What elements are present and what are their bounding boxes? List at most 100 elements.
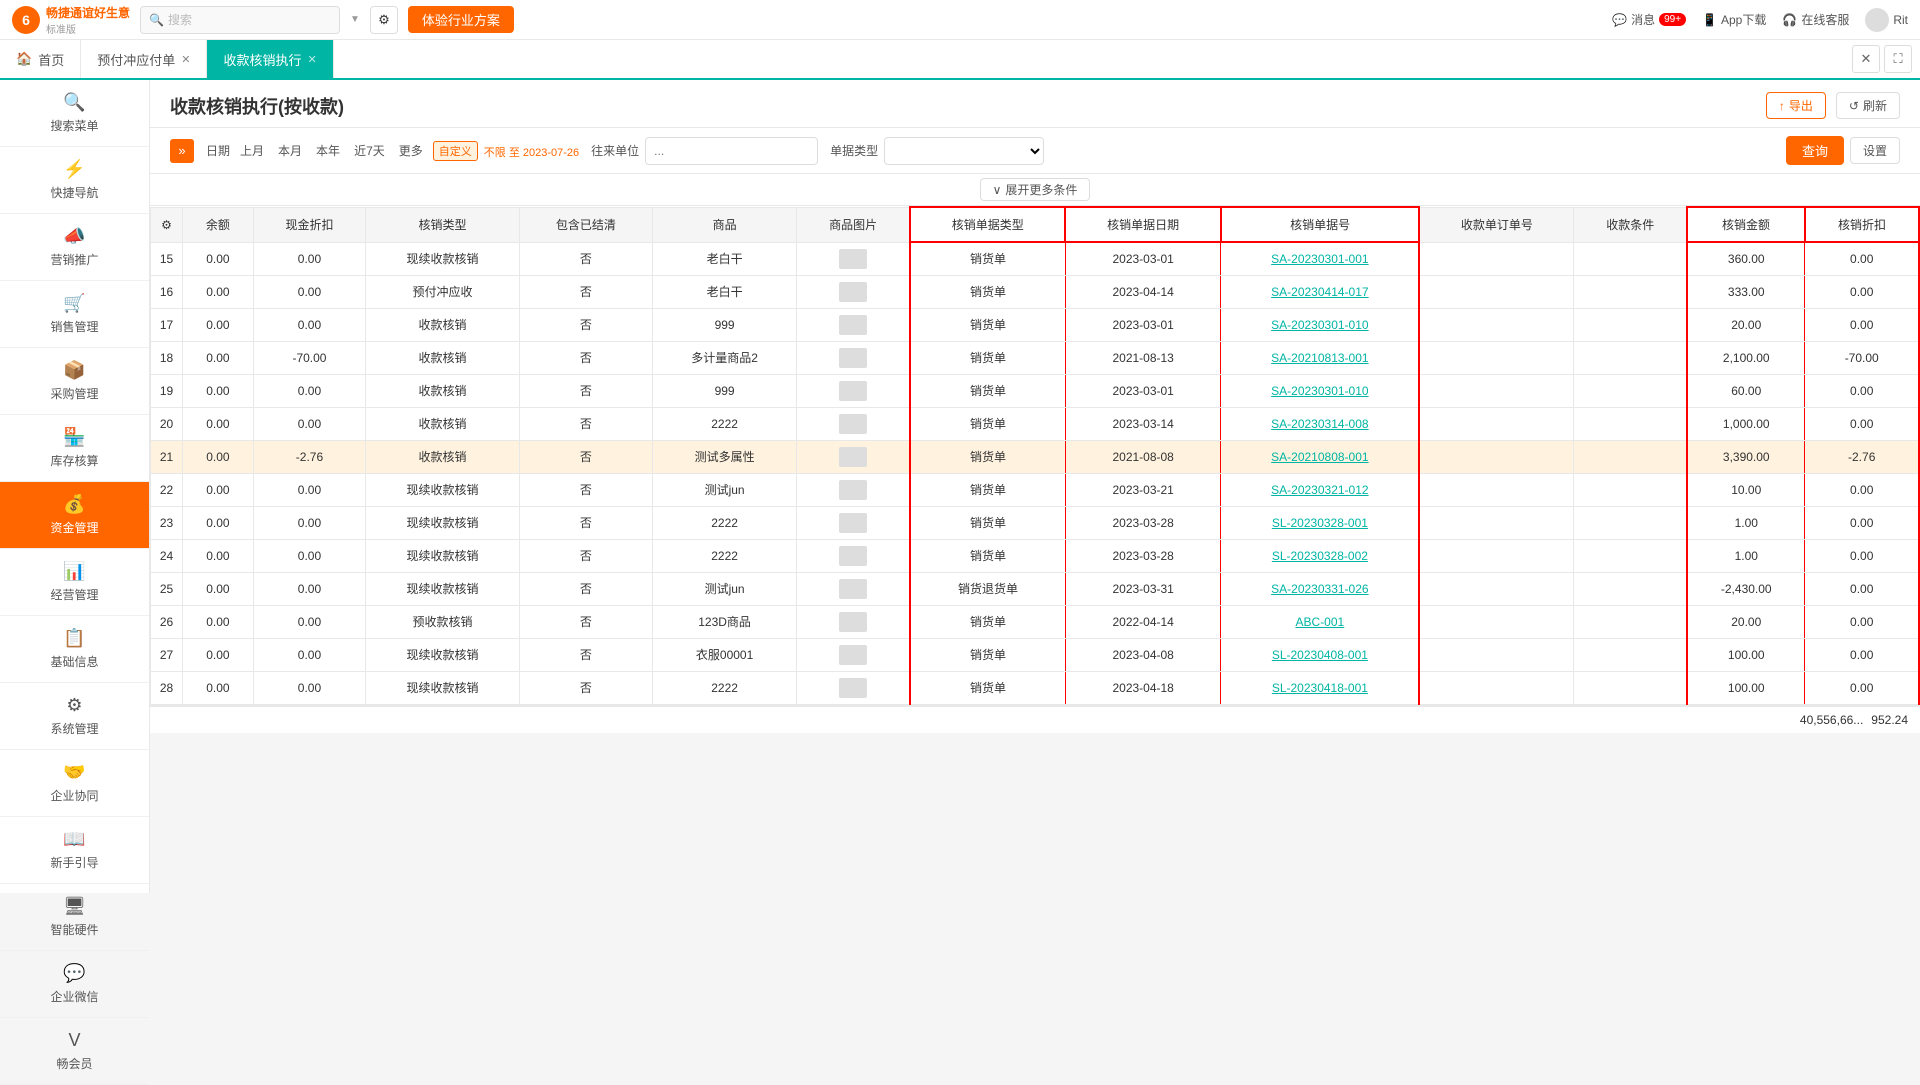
sidebar-label-basic: 基础信息	[50, 653, 98, 670]
td-product: 多计量商品2	[652, 341, 797, 374]
tab-expand-btn[interactable]: ⛶	[1884, 45, 1912, 73]
enterprise-icon: 🤝	[63, 762, 85, 783]
td-bill-date: 2023-04-08	[1065, 638, 1220, 671]
sidebar-label-nav: 快捷导航	[50, 184, 98, 201]
td-bill-no[interactable]: SA-20210813-001	[1221, 341, 1419, 374]
app-download-item[interactable]: 📱 App下载	[1702, 11, 1766, 28]
th-settings[interactable]: ⚙	[151, 207, 183, 242]
td-bill-no[interactable]: SL-20230408-001	[1221, 638, 1419, 671]
td-bill-no[interactable]: SA-20210808-001	[1221, 440, 1419, 473]
td-bill-category: 销货退货单	[910, 572, 1065, 605]
td-bill-no[interactable]: SL-20230418-001	[1221, 671, 1419, 704]
export-button[interactable]: ↑ 导出	[1766, 92, 1826, 119]
sidebar-label-guide: 新手引导	[50, 854, 98, 871]
tab-writeoff[interactable]: 收款核销执行 ✕	[207, 40, 333, 78]
sidebar-item-sales[interactable]: 🛒 销售管理	[0, 281, 149, 348]
tab-home[interactable]: 🏠 首页	[0, 40, 81, 78]
table-row: 16 0.00 0.00 预付冲应收 否 老白干 销货单 2023-04-14 …	[151, 275, 1920, 308]
td-product-image	[797, 341, 910, 374]
td-receipt-order-no	[1419, 275, 1574, 308]
td-bill-no[interactable]: SA-20230301-001	[1221, 242, 1419, 275]
sidebar-label-sales: 销售管理	[50, 318, 98, 335]
partner-input[interactable]	[645, 137, 818, 165]
sidebar-item-basic[interactable]: 📋 基础信息	[0, 616, 149, 683]
user-name-item[interactable]: Rit	[1865, 8, 1908, 32]
settings-button[interactable]: 设置	[1850, 137, 1900, 164]
sidebar-item-marketing[interactable]: 📣 营销推广	[0, 214, 149, 281]
sidebar-item-wechat[interactable]: 💬 企业微信	[0, 951, 149, 1018]
message-item[interactable]: 💬 消息 99+	[1612, 11, 1686, 28]
td-bill-no[interactable]: SA-20230301-010	[1221, 308, 1419, 341]
td-balance: 0.00	[183, 242, 254, 275]
gear-button[interactable]: ⚙	[370, 6, 398, 34]
td-bill-category: 销货单	[910, 407, 1065, 440]
sidebar-item-search[interactable]: 🔍 搜索菜单	[0, 80, 149, 147]
date-opt-this-month[interactable]: 本月	[274, 140, 306, 161]
sidebar-item-nav[interactable]: ⚡ 快捷导航	[0, 147, 149, 214]
td-bill-date: 2021-08-13	[1065, 341, 1220, 374]
table-area[interactable]: ⚙ 余额 现金折扣 核销类型 包含已结清 商品 商品图片 核销单据类型 核销单据…	[150, 206, 1920, 893]
sidebar-item-hardware[interactable]: 🖥 智能硬件	[0, 884, 149, 951]
td-bill-no[interactable]: SA-20230321-012	[1221, 473, 1419, 506]
message-badge: 99+	[1659, 13, 1686, 26]
dropdown-arrow-icon[interactable]: ▼	[350, 14, 360, 25]
refresh-icon: ↺	[1849, 99, 1859, 113]
td-product: 2222	[652, 539, 797, 572]
tab-prepay[interactable]: 预付冲应付单 ✕	[81, 40, 207, 78]
sidebar-item-inventory[interactable]: 🏪 库存核算	[0, 415, 149, 482]
td-bill-date: 2023-03-21	[1065, 473, 1220, 506]
date-opt-more[interactable]: 更多	[395, 140, 427, 161]
sidebar-item-member[interactable]: V 畅会员	[0, 1018, 149, 1085]
filter-expand-button[interactable]: »	[170, 139, 194, 163]
tab-writeoff-label: 收款核销执行	[223, 50, 301, 69]
td-writeoff-amount: 1,000.00	[1687, 407, 1805, 440]
td-bill-no[interactable]: ABC-001	[1221, 605, 1419, 638]
tab-close-btn[interactable]: ✕	[1852, 45, 1880, 73]
td-cash-discount: -70.00	[253, 341, 365, 374]
td-bill-category: 销货单	[910, 539, 1065, 572]
member-icon: V	[68, 1030, 80, 1051]
sidebar-item-enterprise[interactable]: 🤝 企业协同	[0, 750, 149, 817]
trial-btn[interactable]: 体验行业方案	[408, 6, 514, 33]
date-opt-custom[interactable]: 自定义	[433, 141, 478, 161]
page-title: 收款核销执行(按收款)	[170, 93, 344, 119]
td-bill-date: 2021-08-08	[1065, 440, 1220, 473]
sidebar-item-system[interactable]: ⚙ 系统管理	[0, 683, 149, 750]
logo-area: 6 畅捷通谊好生意 标准版	[12, 4, 130, 36]
th-include-settled: 包含已结清	[519, 207, 652, 242]
td-balance: 0.00	[183, 638, 254, 671]
refresh-button[interactable]: ↺ 刷新	[1836, 92, 1900, 119]
td-bill-no[interactable]: SA-20230314-008	[1221, 407, 1419, 440]
td-balance: 0.00	[183, 374, 254, 407]
date-opt-7days[interactable]: 近7天	[350, 140, 389, 161]
td-bill-no[interactable]: SA-20230301-010	[1221, 374, 1419, 407]
sidebar-item-operation[interactable]: 📊 经营管理	[0, 549, 149, 616]
online-service-item[interactable]: 🎧 在线客服	[1782, 11, 1849, 28]
date-opt-last-month[interactable]: 上月	[236, 140, 268, 161]
sidebar-item-guide[interactable]: 📖 新手引导	[0, 817, 149, 884]
sidebar-label-purchase: 采购管理	[50, 385, 98, 402]
tab-prepay-close[interactable]: ✕	[181, 53, 190, 66]
date-opt-this-year[interactable]: 本年	[312, 140, 344, 161]
bill-type-select[interactable]	[884, 137, 1044, 165]
top-search-bar[interactable]: 🔍 搜索	[140, 6, 340, 34]
td-writeoff-discount: 0.00	[1805, 242, 1919, 275]
marketing-icon: 📣	[63, 226, 85, 247]
td-bill-date: 2023-03-14	[1065, 407, 1220, 440]
td-bill-no[interactable]: SA-20230414-017	[1221, 275, 1419, 308]
td-balance: 0.00	[183, 605, 254, 638]
tab-writeoff-close[interactable]: ✕	[307, 53, 316, 66]
td-bill-no[interactable]: SA-20230331-026	[1221, 572, 1419, 605]
expand-more-button[interactable]: ∨ 展开更多条件	[980, 178, 1091, 201]
td-writeoff-type: 现续收款核销	[366, 572, 520, 605]
td-bill-no[interactable]: SL-20230328-002	[1221, 539, 1419, 572]
sidebar-item-finance[interactable]: 💰 资金管理	[0, 482, 149, 549]
sidebar-item-purchase[interactable]: 📦 采购管理	[0, 348, 149, 415]
td-bill-no[interactable]: SL-20230328-001	[1221, 506, 1419, 539]
td-cash-discount: 0.00	[253, 242, 365, 275]
inventory-icon: 🏪	[63, 427, 85, 448]
td-writeoff-amount: 3,390.00	[1687, 440, 1805, 473]
query-button[interactable]: 查询	[1786, 136, 1844, 165]
table-header-row: ⚙ 余额 现金折扣 核销类型 包含已结清 商品 商品图片 核销单据类型 核销单据…	[151, 207, 1920, 242]
td-writeoff-type: 预收款核销	[366, 605, 520, 638]
